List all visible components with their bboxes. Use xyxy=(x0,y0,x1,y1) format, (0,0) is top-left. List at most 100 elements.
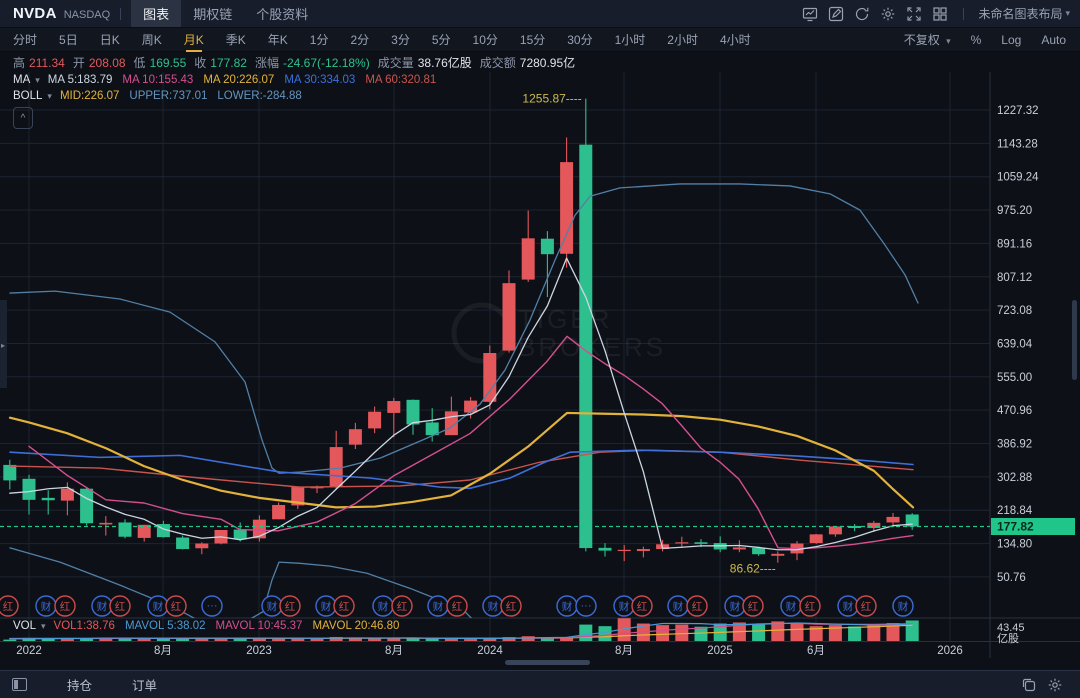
svg-text:红: 红 xyxy=(748,600,759,613)
timeframe-周K[interactable]: 周K xyxy=(142,28,162,52)
indicator-value: MAVOL 20:46.80 xyxy=(312,620,400,632)
indicator-value: MA 10:155.43 xyxy=(122,74,194,86)
grid-layout-icon[interactable] xyxy=(927,0,953,28)
vol-indicator-row[interactable]: VOL ▾ VOL1:38.76 MAVOL 5:38.02 MAVOL 10:45.3… xyxy=(13,620,409,632)
svg-text:2023: 2023 xyxy=(246,645,272,657)
left-panel-arrow-icon: ▸ xyxy=(1,341,5,350)
chart-options: 不复权 ▾% Log Auto xyxy=(884,31,1080,48)
svg-text:红: 红 xyxy=(506,600,517,613)
horizontal-scrollbar-thumb[interactable] xyxy=(505,660,590,665)
indicator-value: MA 20:226.07 xyxy=(203,74,275,86)
chart-option-Log[interactable]: Log xyxy=(1001,33,1021,47)
panels-icon[interactable] xyxy=(1016,671,1042,698)
timeframe-季K[interactable]: 季K xyxy=(226,28,246,52)
refresh-icon[interactable] xyxy=(849,0,875,28)
exchange-name: NASDAQ xyxy=(63,8,111,21)
stat-收: 收 177.82 xyxy=(194,55,247,70)
trading-app-window: TIGERBROKERS177.821255.87----86.62----红财… xyxy=(0,0,1080,698)
panel-toggle-icon[interactable] xyxy=(12,678,27,691)
boll-indicator-row[interactable]: BOLL ▾ MID:226.07 UPPER:737.01 LOWER:-284.88 xyxy=(13,90,312,102)
svg-text:···: ··· xyxy=(581,600,592,612)
timeframe-3分[interactable]: 3分 xyxy=(391,28,410,52)
svg-text:8月: 8月 xyxy=(615,645,633,657)
svg-text:1143.28: 1143.28 xyxy=(997,138,1038,150)
svg-text:639.04: 639.04 xyxy=(997,338,1033,350)
svg-text:···: ··· xyxy=(207,600,218,612)
quote-stats-bar: 高 211.34 开 208.08 低 169.55 收 177.82 涨幅 -24.67(-12… xyxy=(0,52,1080,72)
taskbar-item-positions[interactable]: 持仓 xyxy=(67,675,92,694)
draw-icon[interactable] xyxy=(823,0,849,28)
svg-text:2024: 2024 xyxy=(477,645,503,657)
indicator-value: MA 60:320.81 xyxy=(365,74,437,86)
svg-text:975.20: 975.20 xyxy=(997,205,1032,217)
svg-text:红: 红 xyxy=(285,600,296,613)
chevron-down-icon: ▾ xyxy=(946,36,951,46)
indicator-value: LOWER:-284.88 xyxy=(217,90,302,102)
timeframe-5分[interactable]: 5分 xyxy=(432,28,451,52)
svg-text:1059.24: 1059.24 xyxy=(997,172,1039,184)
svg-text:8月: 8月 xyxy=(154,645,172,657)
chart-monitor-icon[interactable] xyxy=(797,0,823,28)
indicator-value: UPPER:737.01 xyxy=(129,90,208,102)
gear-icon[interactable] xyxy=(875,0,901,28)
svg-text:807.12: 807.12 xyxy=(997,272,1032,284)
timeframe-2分[interactable]: 2分 xyxy=(350,28,369,52)
event-badges[interactable]: 红财红财红财红 ··· 财红财红财红财红财红财 ··· 财红财红财红财红财红财 xyxy=(0,595,914,617)
timeframe-1分[interactable]: 1分 xyxy=(310,28,329,52)
collapse-indicators-button[interactable]: ^ xyxy=(13,107,33,129)
svg-text:财: 财 xyxy=(730,600,741,613)
svg-text:386.92: 386.92 xyxy=(997,439,1032,451)
price-axis[interactable]: 1227.32 1143.28 1059.24 975.20 891.16 807.12 7… xyxy=(997,105,1039,584)
settings-icon[interactable] xyxy=(1042,671,1068,698)
tab-options-chain[interactable]: 期权链 xyxy=(181,0,244,27)
divider xyxy=(120,7,122,20)
axis-scrollbar-thumb[interactable] xyxy=(1072,300,1077,380)
timeframe-4小时[interactable]: 4小时 xyxy=(720,28,751,52)
timeframe-1小时[interactable]: 1小时 xyxy=(615,28,646,52)
timeframe-2小时[interactable]: 2小时 xyxy=(667,28,698,52)
tab-chart[interactable]: 图表 xyxy=(131,0,182,27)
svg-text:红: 红 xyxy=(339,600,350,613)
svg-text:红: 红 xyxy=(637,600,648,613)
symbol-block: NVDA NASDAQ xyxy=(0,0,110,27)
chart-option-Auto[interactable]: Auto xyxy=(1041,33,1066,47)
chevron-down-icon: ▾ xyxy=(41,621,46,631)
header-right-toolbar: 未命名图表布局 ▾ xyxy=(797,0,1080,27)
time-axis[interactable]: 2022 8月 2023 8月 2024 8月 2025 6月 2026 xyxy=(16,645,963,657)
svg-text:218.84: 218.84 xyxy=(997,505,1033,517)
timeframe-月K[interactable]: 月K xyxy=(184,28,204,52)
chevron-down-icon: ▾ xyxy=(1065,8,1070,18)
taskbar-item-orders[interactable]: 订单 xyxy=(132,675,157,694)
fullscreen-icon[interactable] xyxy=(901,0,927,28)
timeframe-15分[interactable]: 15分 xyxy=(520,28,545,52)
timeframe-30分[interactable]: 30分 xyxy=(567,28,592,52)
svg-text:财: 财 xyxy=(488,600,499,613)
svg-text:财: 财 xyxy=(898,600,909,613)
timeframe-日K[interactable]: 日K xyxy=(100,28,120,52)
timeframe-年K[interactable]: 年K xyxy=(268,28,288,52)
svg-text:302.88: 302.88 xyxy=(997,472,1032,484)
tab-stock-info[interactable]: 个股资料 xyxy=(244,0,320,27)
header-bar: NVDA NASDAQ 图表 期权链 个股资料 未命名图表布局 ▾ xyxy=(0,0,1080,28)
timeframe-分时[interactable]: 分时 xyxy=(13,28,37,52)
period-high-label: 1255.87---- xyxy=(522,92,581,106)
svg-text:50.76: 50.76 xyxy=(997,572,1026,584)
indicator-value: VOL1:38.76 xyxy=(53,620,115,632)
chart-option-%[interactable]: % xyxy=(971,33,982,47)
svg-text:财: 财 xyxy=(673,600,684,613)
chart-layout-name[interactable]: 未命名图表布局 xyxy=(978,5,1062,22)
taskbar-items: 持仓 订单 xyxy=(27,675,157,694)
svg-text:财: 财 xyxy=(378,600,389,613)
svg-text:财: 财 xyxy=(267,600,278,613)
svg-text:红: 红 xyxy=(861,600,872,613)
timeframe-5日[interactable]: 5日 xyxy=(59,28,78,52)
timeframe-10分[interactable]: 10分 xyxy=(473,28,498,52)
svg-text:723.08: 723.08 xyxy=(997,305,1032,317)
svg-text:财: 财 xyxy=(41,600,52,613)
chart-option-不复权[interactable]: 不复权 ▾ xyxy=(904,31,951,48)
svg-text:财: 财 xyxy=(153,600,164,613)
svg-text:红: 红 xyxy=(692,600,703,613)
ma-indicator-row[interactable]: MA ▾ MA 5:183.79 MA 10:155.43 MA 20:226.07 MA… xyxy=(13,74,446,86)
candles[interactable] xyxy=(3,98,919,563)
svg-text:TIGER: TIGER xyxy=(518,304,612,334)
